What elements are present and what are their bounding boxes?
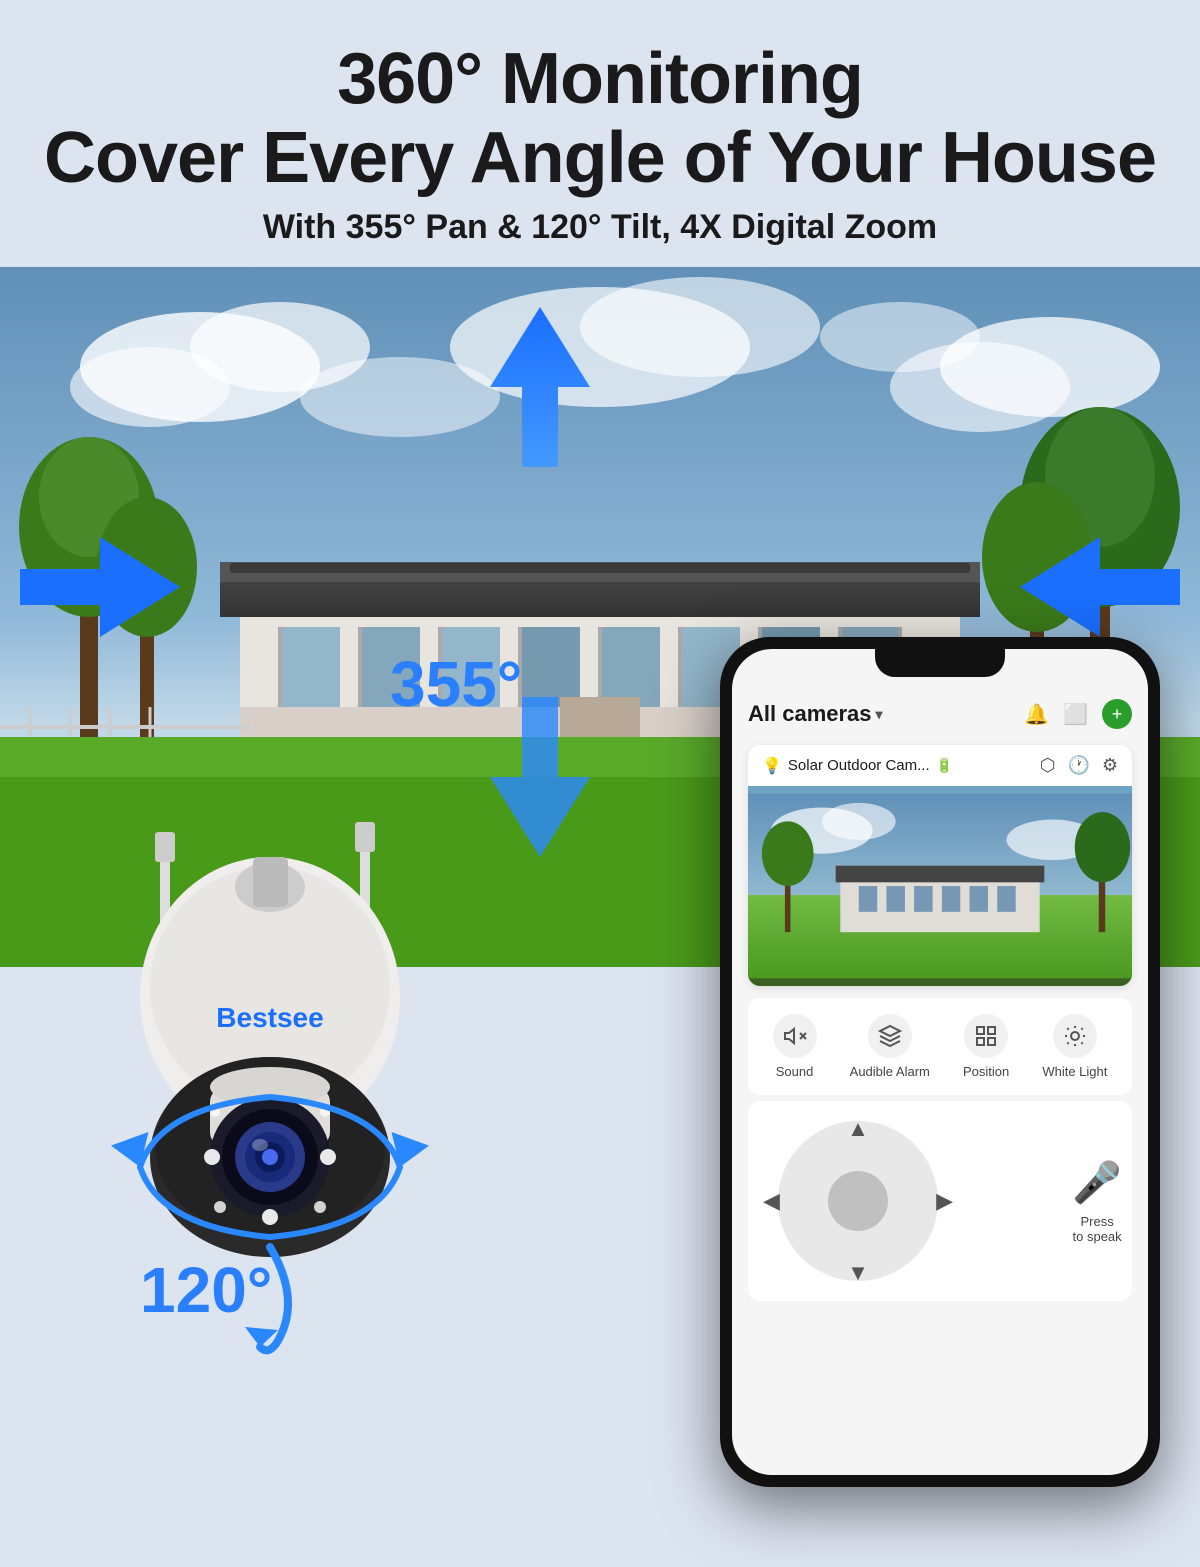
- control-buttons-row: Sound Audible Alarm: [748, 998, 1132, 1095]
- joystick[interactable]: ▲ ▼ ◀ ▶: [758, 1111, 958, 1291]
- title-line2: Cover Every Angle of Your House: [44, 118, 1156, 198]
- mic-area[interactable]: 🎤 Pressto speak: [1072, 1159, 1122, 1244]
- subtitle: With 355° Pan & 120° Tilt, 4X Digital Zo…: [20, 208, 1180, 247]
- audible-alarm-button[interactable]: Audible Alarm: [850, 1014, 930, 1079]
- svg-text:Bestsee: Bestsee: [216, 1002, 323, 1033]
- position-button[interactable]: Position: [963, 1014, 1009, 1079]
- screen-icon[interactable]: ⬜: [1063, 702, 1088, 727]
- audible-alarm-label: Audible Alarm: [850, 1064, 930, 1079]
- bulb-icon: 💡: [762, 756, 782, 776]
- add-camera-button[interactable]: +: [1102, 699, 1132, 729]
- main-scene: Bestsee 355° 120° All c: [0, 267, 1200, 1567]
- share-icon[interactable]: ⬡: [1040, 755, 1056, 776]
- arrow-left-svg: [20, 537, 180, 637]
- app-title: All cameras ▾: [748, 701, 883, 727]
- camera-name-text: Solar Outdoor Cam...: [788, 757, 930, 774]
- app-header-icons: 🔔 ⬜ +: [1024, 699, 1132, 729]
- header-section: 360° Monitoring Cover Every Angle of You…: [0, 0, 1200, 267]
- joystick-circle: [778, 1121, 938, 1281]
- joystick-left-arrow[interactable]: ◀: [763, 1188, 780, 1214]
- joystick-center: [828, 1171, 888, 1231]
- degree-120-label: 120°: [140, 1253, 272, 1327]
- title-line1: 360° Monitoring: [337, 39, 863, 119]
- clock-icon[interactable]: 🕐: [1067, 755, 1089, 776]
- main-title: 360° Monitoring Cover Every Angle of You…: [20, 40, 1180, 198]
- joystick-area: ▲ ▼ ◀ ▶ 🎤 Pressto speak: [748, 1101, 1132, 1301]
- phone-notch: [875, 649, 1005, 677]
- settings-icon[interactable]: ⚙: [1102, 755, 1118, 776]
- microphone-icon[interactable]: 🎤: [1072, 1159, 1122, 1206]
- arrow-right-svg: [1020, 537, 1180, 637]
- phone-screen-inner: All cameras ▾ 🔔 ⬜ + 💡: [732, 649, 1148, 1475]
- bell-icon[interactable]: 🔔: [1024, 702, 1049, 727]
- phone-screen: All cameras ▾ 🔔 ⬜ + 💡: [732, 649, 1148, 1475]
- joystick-up-arrow[interactable]: ▲: [847, 1116, 869, 1142]
- position-label: Position: [963, 1064, 1009, 1079]
- phone-body: All cameras ▾ 🔔 ⬜ + 💡: [720, 637, 1160, 1487]
- camera-card-icons: ⬡ 🕐 ⚙: [1040, 755, 1118, 776]
- sound-button[interactable]: Sound: [773, 1014, 817, 1079]
- camera-card[interactable]: 💡 Solar Outdoor Cam... 🔋 ⬡ 🕐 ⚙: [748, 745, 1132, 986]
- app-header: All cameras ▾ 🔔 ⬜ +: [748, 699, 1132, 729]
- camera-preview[interactable]: [748, 786, 1132, 986]
- app-title-text: All cameras: [748, 701, 872, 727]
- battery-icon: 🔋: [936, 757, 953, 774]
- joystick-right-arrow[interactable]: ▶: [936, 1188, 953, 1214]
- dropdown-arrow-icon[interactable]: ▾: [876, 706, 883, 723]
- white-light-button[interactable]: White Light: [1042, 1014, 1107, 1079]
- mic-label: Pressto speak: [1073, 1214, 1122, 1244]
- joystick-down-arrow[interactable]: ▼: [847, 1260, 869, 1286]
- camera-card-header: 💡 Solar Outdoor Cam... 🔋 ⬡ 🕐 ⚙: [748, 745, 1132, 786]
- audible-alarm-icon: [868, 1014, 912, 1058]
- sound-label: Sound: [776, 1064, 814, 1079]
- degree-355-label: 355°: [390, 647, 522, 721]
- white-light-label: White Light: [1042, 1064, 1107, 1079]
- white-light-icon: [1053, 1014, 1097, 1058]
- sound-icon: [773, 1014, 817, 1058]
- arrow-up-svg: [490, 307, 590, 467]
- position-icon: [964, 1014, 1008, 1058]
- camera-name: 💡 Solar Outdoor Cam... 🔋: [762, 756, 953, 776]
- arrow-down-svg: [490, 697, 590, 857]
- phone-container: All cameras ▾ 🔔 ⬜ + 💡: [720, 637, 1160, 1487]
